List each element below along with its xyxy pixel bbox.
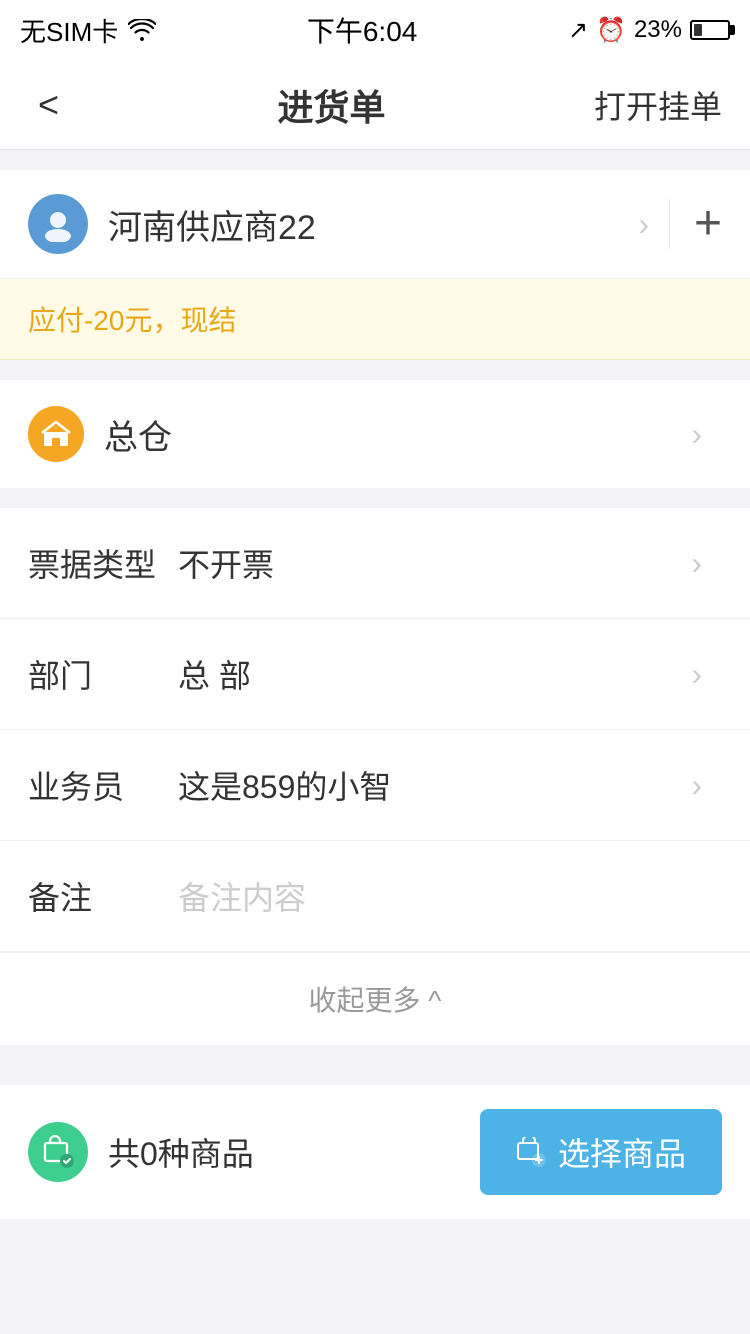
location-icon: ↗: [568, 16, 588, 45]
product-icon-wrap: [28, 1122, 88, 1182]
product-count: 共0种商品: [108, 1129, 480, 1175]
invoice-label: 票据类型: [28, 540, 158, 586]
page-title: 进货单: [278, 79, 386, 131]
select-product-icon: [516, 1137, 546, 1167]
select-product-label: 选择商品: [558, 1129, 686, 1175]
battery-percent: 23%: [634, 16, 682, 44]
status-bar: 无SIM卡 下午6:04 ↗ ⏰ 23%: [0, 0, 750, 60]
warning-banner: 应付-20元，现结: [0, 279, 750, 360]
warning-text: 应付-20元，现结: [28, 305, 236, 336]
supplier-avatar: [28, 194, 88, 254]
section-gap-2: [0, 1065, 750, 1085]
back-button[interactable]: <: [28, 74, 69, 136]
note-placeholder: 备注内容: [158, 873, 722, 919]
vertical-divider: [669, 199, 670, 249]
alarm-icon: ⏰: [596, 16, 626, 45]
select-product-button[interactable]: 选择商品: [480, 1109, 722, 1195]
note-row[interactable]: 备注 备注内容: [0, 841, 750, 952]
salesman-value: 这是859的小智: [158, 762, 691, 808]
form-section: 票据类型 不开票 › 部门 总 部 › 业务员 这是859的小智 › 备注 备注…: [0, 508, 750, 1045]
warehouse-name: 总仓: [104, 410, 691, 459]
product-icon: [41, 1135, 75, 1169]
supplier-card: 河南供应商22 › + 应付-20元，现结: [0, 170, 750, 360]
carrier-text: 无SIM卡: [20, 12, 118, 49]
invoice-value: 不开票: [158, 540, 691, 586]
salesman-label: 业务员: [28, 762, 158, 808]
status-carrier: 无SIM卡: [20, 12, 156, 49]
salesman-chevron-icon: ›: [691, 767, 702, 804]
status-icons: ↗ ⏰ 23%: [568, 16, 730, 45]
section-gap-1: [0, 150, 750, 170]
warehouse-chevron-icon: ›: [691, 416, 702, 453]
salesman-row[interactable]: 业务员 这是859的小智 ›: [0, 730, 750, 841]
note-label: 备注: [28, 873, 158, 919]
warehouse-row[interactable]: 总仓 ›: [0, 380, 750, 488]
warehouse-icon-wrap: [28, 406, 84, 462]
status-time: 下午6:04: [307, 10, 418, 50]
battery-icon: [690, 20, 730, 40]
warehouse-icon: [40, 418, 72, 450]
collapse-label: 收起更多 ^: [309, 985, 442, 1016]
collapse-button[interactable]: 收起更多 ^: [0, 952, 750, 1045]
supplier-chevron-icon: ›: [638, 206, 649, 243]
person-icon: [40, 206, 76, 242]
dept-value: 总 部: [158, 651, 691, 697]
invoice-chevron-icon: ›: [691, 545, 702, 582]
warehouse-card: 总仓 ›: [0, 380, 750, 488]
supplier-row[interactable]: 河南供应商22 › +: [0, 170, 750, 279]
add-supplier-button[interactable]: +: [694, 200, 722, 248]
nav-bar: < 进货单 打开挂单: [0, 60, 750, 150]
dept-label: 部门: [28, 651, 158, 697]
dept-chevron-icon: ›: [691, 656, 702, 693]
invoice-row[interactable]: 票据类型 不开票 ›: [0, 508, 750, 619]
open-pending-button[interactable]: 打开挂单: [594, 82, 722, 128]
dept-row[interactable]: 部门 总 部 ›: [0, 619, 750, 730]
product-bar: 共0种商品 选择商品: [0, 1085, 750, 1219]
wifi-icon: [128, 19, 156, 41]
supplier-name: 河南供应商22: [108, 200, 638, 249]
